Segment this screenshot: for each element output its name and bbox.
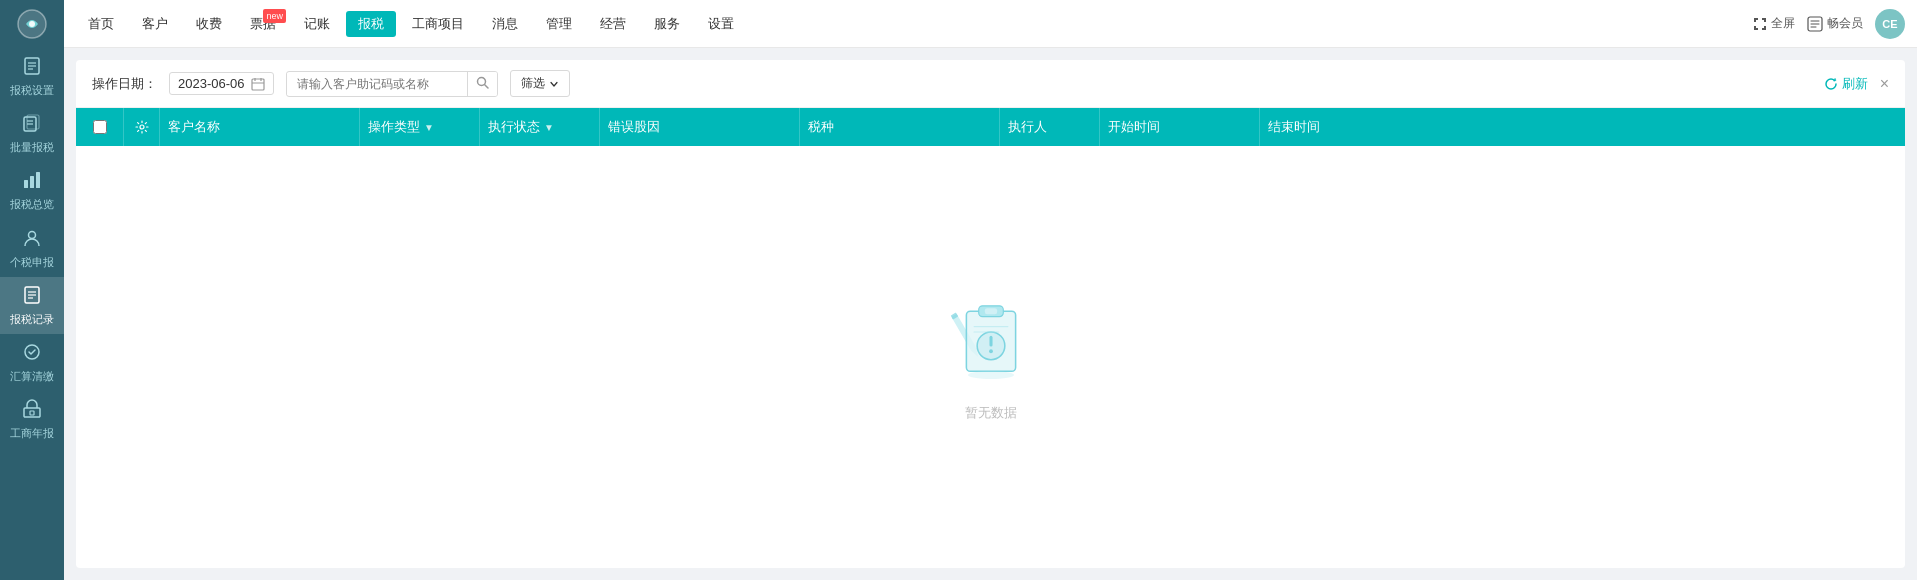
- sidebar-item-baoshuishezhi[interactable]: 报税设置: [0, 48, 64, 105]
- th-exec-status[interactable]: 执行状态 ▼: [480, 108, 600, 146]
- search-icon: [476, 76, 489, 89]
- calendar-icon: [251, 77, 265, 91]
- th-customer-name: 客户名称: [160, 108, 360, 146]
- fullscreen-button[interactable]: 全屏: [1753, 15, 1795, 32]
- nav-shouye[interactable]: 首页: [76, 11, 126, 37]
- svg-rect-36: [984, 308, 996, 314]
- geshuishenba-icon: [22, 228, 42, 253]
- avatar[interactable]: CE: [1875, 9, 1905, 39]
- refresh-icon: [1824, 77, 1838, 91]
- table-header: 客户名称 操作类型 ▼ 执行状态 ▼ 错误股因 税种 执行人: [76, 108, 1905, 146]
- nav-guanli[interactable]: 管理: [534, 11, 584, 37]
- sidebar-label-geshuishenba: 个税申报: [10, 256, 54, 269]
- select-all-checkbox[interactable]: [93, 120, 107, 134]
- fullscreen-icon: [1753, 17, 1767, 31]
- baoshuijilu-icon: [22, 285, 42, 310]
- date-picker[interactable]: 2023-06-06: [169, 72, 274, 95]
- svg-point-13: [29, 231, 36, 238]
- th-settings[interactable]: [124, 108, 160, 146]
- sidebar-item-baoshuizonglan[interactable]: 报税总览: [0, 162, 64, 219]
- sidebar-item-geshuishenba[interactable]: 个税申报: [0, 220, 64, 277]
- baoshuishezhi-icon: [22, 56, 42, 81]
- navbar-right: 全屏 畅会员 CE: [1753, 9, 1905, 39]
- search-box: [286, 71, 498, 97]
- refresh-label: 刷新: [1842, 75, 1868, 93]
- sidebar-item-piliangshuishu[interactable]: 批量报税: [0, 105, 64, 162]
- chevron-down-icon: [549, 79, 559, 89]
- app-logo[interactable]: [0, 0, 64, 48]
- new-badge: new: [263, 9, 286, 23]
- svg-point-1: [29, 21, 35, 27]
- member-button[interactable]: 畅会员: [1807, 15, 1863, 32]
- filter-label: 筛选: [521, 75, 545, 92]
- sidebar-label-huisuanjiaona: 汇算清缴: [10, 370, 54, 383]
- toolbar: 操作日期： 2023-06-06: [76, 60, 1905, 108]
- nav-shoufei[interactable]: 收费: [184, 11, 234, 37]
- gongshangnianba-icon: [22, 399, 42, 424]
- sidebar-label-baoshuijilu: 报税记录: [10, 313, 54, 326]
- date-value: 2023-06-06: [178, 76, 245, 91]
- nav-piao[interactable]: 票据 new: [238, 11, 288, 37]
- nav-jizhang[interactable]: 记账: [292, 11, 342, 37]
- nav-xiaoxi[interactable]: 消息: [480, 11, 530, 37]
- svg-rect-12: [36, 172, 40, 188]
- svg-rect-38: [989, 336, 992, 347]
- th-tax-type: 税种: [800, 108, 1000, 146]
- gear-icon: [135, 120, 149, 134]
- sort-icon-exec-status: ▼: [544, 122, 554, 133]
- svg-line-27: [484, 84, 488, 88]
- svg-rect-19: [24, 408, 40, 417]
- empty-text: 暂无数据: [965, 404, 1017, 422]
- nav-fuwu[interactable]: 服务: [642, 11, 692, 37]
- th-checkbox[interactable]: [76, 108, 124, 146]
- svg-point-42: [967, 371, 1013, 379]
- main-area: 首页 客户 收费 票据 new 记账 报税 工商项目 消息: [64, 0, 1917, 580]
- search-input[interactable]: [287, 73, 467, 95]
- baoshuizonglan-icon: [22, 170, 42, 195]
- sidebar-item-baoshuijilu[interactable]: 报税记录: [0, 277, 64, 334]
- table-body-empty: 暂无数据: [76, 146, 1905, 568]
- nav-jingying[interactable]: 经营: [588, 11, 638, 37]
- th-operation-type[interactable]: 操作类型 ▼: [360, 108, 480, 146]
- svg-rect-10: [24, 180, 28, 188]
- empty-illustration: [941, 292, 1041, 392]
- nav-items: 首页 客户 收费 票据 new 记账 报税 工商项目 消息: [76, 11, 1753, 37]
- svg-point-39: [989, 349, 993, 353]
- sidebar-item-gongshangnianba[interactable]: 工商年报: [0, 391, 64, 448]
- sidebar: 报税设置 批量报税 报税总览: [0, 0, 64, 580]
- nav-shezhi[interactable]: 设置: [696, 11, 746, 37]
- top-navbar: 首页 客户 收费 票据 new 记账 报税 工商项目 消息: [64, 0, 1917, 48]
- filter-button[interactable]: 筛选: [510, 70, 570, 97]
- huisuanjiaona-icon: [22, 342, 42, 367]
- close-button[interactable]: ×: [1880, 75, 1889, 93]
- search-button[interactable]: [467, 72, 497, 96]
- piliangshuishu-icon: [22, 113, 42, 138]
- sidebar-label-baoshuishezhi: 报税设置: [10, 84, 54, 97]
- sidebar-item-huisuanjiaona[interactable]: 汇算清缴: [0, 334, 64, 391]
- th-executor: 执行人: [1000, 108, 1100, 146]
- member-icon: [1807, 16, 1823, 32]
- svg-rect-22: [252, 79, 264, 90]
- content-area: 操作日期： 2023-06-06: [64, 48, 1917, 580]
- svg-rect-20: [30, 411, 34, 415]
- nav-kehu[interactable]: 客户: [130, 11, 180, 37]
- svg-point-28: [140, 125, 144, 129]
- th-error-reason: 错误股因: [600, 108, 800, 146]
- sidebar-label-baoshuizonglan: 报税总览: [10, 198, 54, 211]
- sidebar-label-piliangshuishu: 批量报税: [10, 141, 54, 154]
- sidebar-label-gongshangnianba: 工商年报: [10, 427, 54, 440]
- sort-icon-operation-type: ▼: [424, 122, 434, 133]
- th-start-time: 开始时间: [1100, 108, 1260, 146]
- nav-gongshangxiangmu[interactable]: 工商项目: [400, 11, 476, 37]
- date-label: 操作日期：: [92, 75, 157, 93]
- svg-rect-11: [30, 176, 34, 188]
- nav-baoshui[interactable]: 报税: [346, 11, 396, 37]
- th-end-time: 结束时间: [1260, 108, 1420, 146]
- refresh-button[interactable]: 刷新: [1824, 75, 1868, 93]
- table-card: 操作日期： 2023-06-06: [76, 60, 1905, 568]
